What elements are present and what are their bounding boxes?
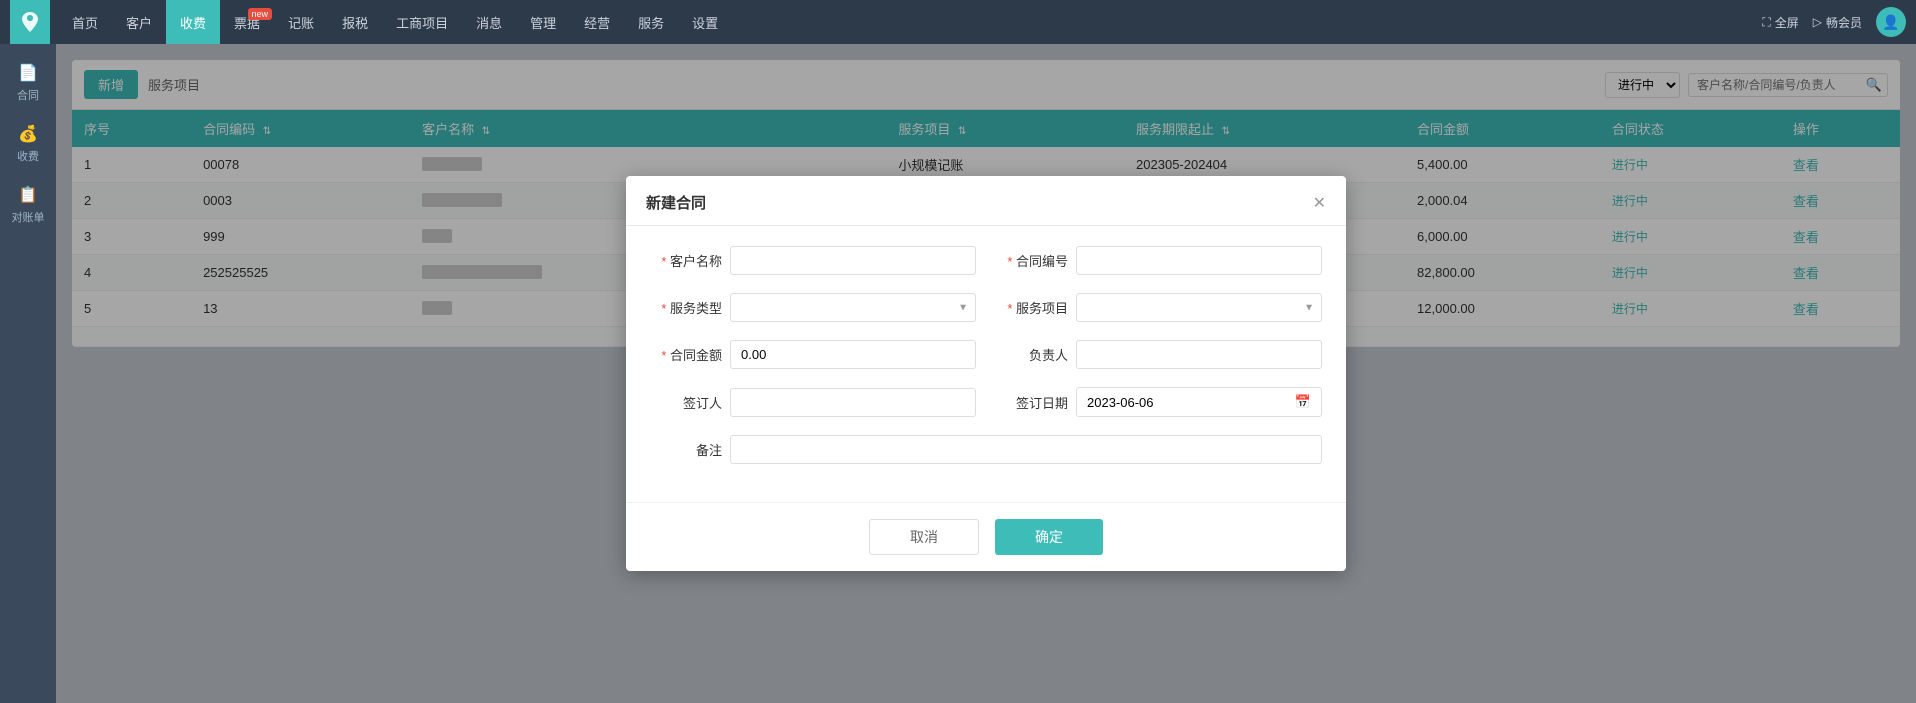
- confirm-button[interactable]: 确定: [995, 519, 1103, 555]
- form-group-contract-no: 合同编号: [996, 246, 1322, 275]
- sign-date-wrapper: 📅: [1076, 387, 1322, 417]
- signatory-input[interactable]: [730, 388, 976, 417]
- billing-icon: 💰: [17, 123, 39, 145]
- sidebar: 📄 合同 💰 收费 📋 对账单: [0, 44, 56, 703]
- main-layout: 📄 合同 💰 收费 📋 对账单 新增 服务项目 进行中: [0, 44, 1916, 703]
- top-nav: 首页 客户 收费 票据 new 记账 报税 工商项目 消息 管理 经营 服务 设…: [0, 0, 1916, 44]
- modal-dialog: 新建合同 ✕ 客户名称 合同编号: [626, 176, 1346, 571]
- form-row-5: 备注: [650, 435, 1322, 464]
- form-row-3: 合同金额 负责人: [650, 340, 1322, 369]
- cancel-button[interactable]: 取消: [869, 519, 979, 555]
- contract-amount-label: 合同金额: [650, 345, 722, 364]
- nav-home[interactable]: 首页: [58, 0, 112, 44]
- nav-right: ⛶ 全屏 ▷ 畅会员 👤: [1762, 7, 1906, 37]
- signatory-label: 签订人: [650, 393, 722, 412]
- modal-body: 客户名称 合同编号 服务类型: [626, 226, 1346, 502]
- nav-service[interactable]: 服务: [624, 0, 678, 44]
- form-group-service-project: 服务项目: [996, 293, 1322, 322]
- service-project-label: 服务项目: [996, 298, 1068, 317]
- service-type-select-wrapper: [730, 293, 976, 322]
- form-row-1: 客户名称 合同编号: [650, 246, 1322, 275]
- nav-invoice[interactable]: 票据 new: [220, 0, 274, 44]
- responsible-person-input[interactable]: [1076, 340, 1322, 369]
- form-group-amount: 合同金额: [650, 340, 976, 369]
- contract-no-input[interactable]: [1076, 246, 1322, 275]
- calendar-icon[interactable]: 📅: [1295, 394, 1311, 410]
- new-badge: new: [248, 8, 273, 20]
- modal-close-button[interactable]: ✕: [1313, 193, 1326, 213]
- nav-manage[interactable]: 管理: [516, 0, 570, 44]
- fullscreen-btn[interactable]: ⛶ 全屏: [1762, 14, 1798, 31]
- sign-date-label: 签订日期: [996, 393, 1068, 412]
- nav-tax[interactable]: 报税: [328, 0, 382, 44]
- nav-accounting[interactable]: 记账: [274, 0, 328, 44]
- contract-icon: 📄: [17, 62, 39, 84]
- form-row-2: 服务类型 服务项目: [650, 293, 1322, 322]
- reconcile-icon: 📋: [17, 184, 39, 206]
- form-group-responsible: 负责人: [996, 340, 1322, 369]
- app-logo: [10, 0, 50, 44]
- modal-title: 新建合同: [646, 192, 706, 213]
- modal-header: 新建合同 ✕: [626, 176, 1346, 226]
- avatar-icon: 👤: [1882, 14, 1899, 31]
- modal-overlay: 新建合同 ✕ 客户名称 合同编号: [56, 44, 1916, 703]
- remark-input[interactable]: [730, 435, 1322, 464]
- form-group-sign-date: 签订日期 📅: [996, 387, 1322, 417]
- form-group-signatory: 签订人: [650, 387, 976, 417]
- form-group-customer: 客户名称: [650, 246, 976, 275]
- nav-settings[interactable]: 设置: [678, 0, 732, 44]
- sidebar-item-contract[interactable]: 📄 合同: [2, 54, 54, 111]
- customer-name-label: 客户名称: [650, 251, 722, 270]
- sidebar-item-reconcile[interactable]: 📋 对账单: [2, 176, 54, 233]
- nav-customer[interactable]: 客户: [112, 0, 166, 44]
- content-area: 新增 服务项目 进行中 🔍 序号 合同编码 ⇅: [56, 44, 1916, 703]
- responsible-person-label: 负责人: [996, 345, 1068, 364]
- service-project-select[interactable]: [1076, 293, 1322, 322]
- sign-date-input[interactable]: [1087, 395, 1289, 410]
- play-icon: ▷: [1813, 15, 1822, 29]
- nav-business[interactable]: 工商项目: [382, 0, 462, 44]
- service-project-select-wrapper: [1076, 293, 1322, 322]
- contract-amount-input[interactable]: [730, 340, 976, 369]
- form-group-service-type: 服务类型: [650, 293, 976, 322]
- avatar[interactable]: 👤: [1876, 7, 1906, 37]
- customer-name-input[interactable]: [730, 246, 976, 275]
- modal-footer: 取消 确定: [626, 502, 1346, 571]
- member-btn[interactable]: ▷ 畅会员: [1813, 14, 1862, 31]
- nav-billing[interactable]: 收费: [166, 0, 220, 44]
- nav-operation[interactable]: 经营: [570, 0, 624, 44]
- fullscreen-icon: ⛶: [1762, 15, 1770, 30]
- nav-message[interactable]: 消息: [462, 0, 516, 44]
- service-type-label: 服务类型: [650, 298, 722, 317]
- form-row-4: 签订人 签订日期 📅: [650, 387, 1322, 417]
- sidebar-item-billing[interactable]: 💰 收费: [2, 115, 54, 172]
- form-group-remark: 备注: [650, 435, 1322, 464]
- remark-label: 备注: [650, 440, 722, 459]
- contract-no-label: 合同编号: [996, 251, 1068, 270]
- service-type-select[interactable]: [730, 293, 976, 322]
